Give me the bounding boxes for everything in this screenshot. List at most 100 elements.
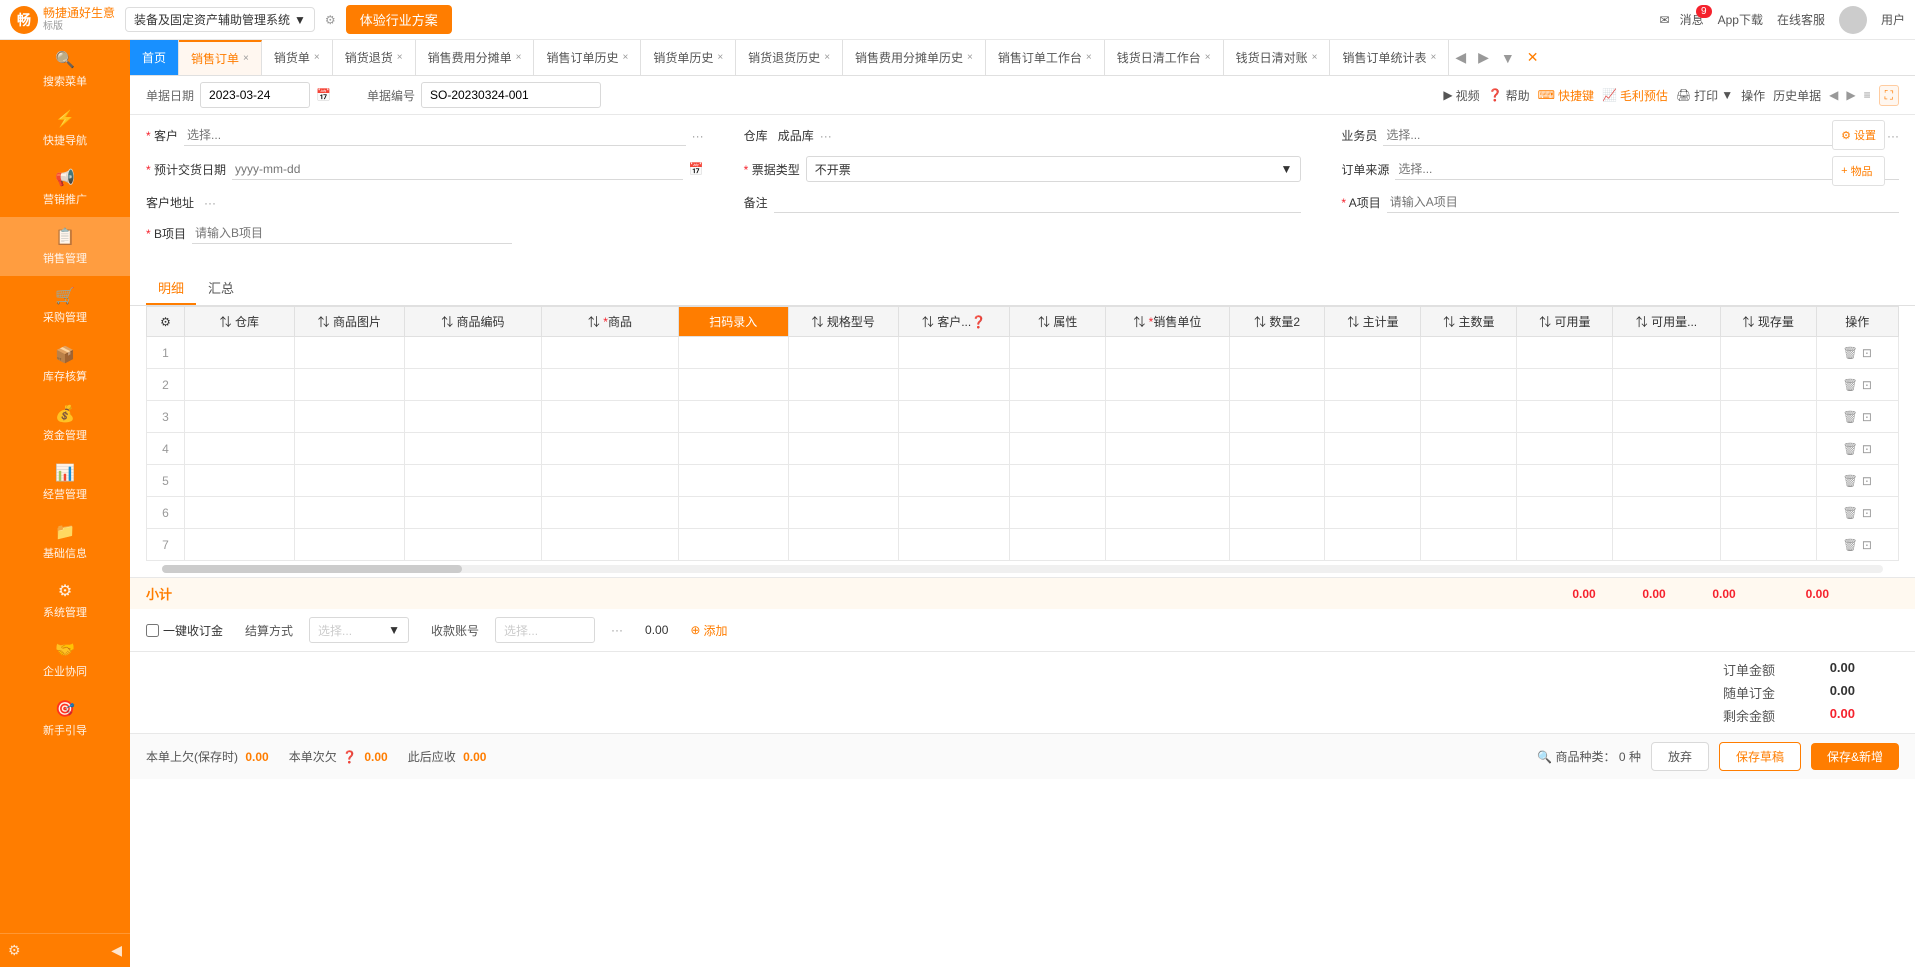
- scroll-area[interactable]: [130, 561, 1915, 577]
- row-cell[interactable]: [1010, 497, 1106, 529]
- row-cell[interactable]: [788, 497, 898, 529]
- copy-icon[interactable]: ⊡: [1862, 442, 1872, 456]
- delivery-calendar-icon[interactable]: 📅: [689, 162, 704, 176]
- row-cell[interactable]: [678, 369, 788, 401]
- solution-button[interactable]: 体验行业方案: [346, 5, 452, 34]
- row-cell[interactable]: [1613, 337, 1720, 369]
- row-cell[interactable]: [1325, 401, 1421, 433]
- row-cell[interactable]: [1325, 529, 1421, 561]
- row-cell[interactable]: [404, 337, 541, 369]
- sidebar-item-finance[interactable]: 💰 资金管理: [0, 394, 130, 453]
- address-dots[interactable]: ···: [204, 196, 216, 210]
- row-cell[interactable]: [678, 433, 788, 465]
- row-cell[interactable]: [1517, 337, 1613, 369]
- doc-num-input[interactable]: [421, 82, 601, 108]
- row-cell[interactable]: [1613, 433, 1720, 465]
- row-cell[interactable]: [1229, 433, 1325, 465]
- row-cell[interactable]: [1229, 465, 1325, 497]
- row-cell[interactable]: [1421, 369, 1517, 401]
- copy-icon[interactable]: ⊡: [1862, 506, 1872, 520]
- row-cell[interactable]: [404, 529, 541, 561]
- sidebar-item-quick-nav[interactable]: ⚡ 快捷导航: [0, 99, 130, 158]
- row-cell[interactable]: [1613, 497, 1720, 529]
- nav-right-icon[interactable]: ▶: [1846, 88, 1855, 102]
- sidebar-item-system[interactable]: ⚙ 系统管理: [0, 571, 130, 630]
- row-cell[interactable]: [541, 433, 678, 465]
- delivery-date-input[interactable]: [232, 159, 683, 180]
- row-cell[interactable]: [541, 401, 678, 433]
- row-cell[interactable]: [898, 433, 1009, 465]
- row-cell[interactable]: [1421, 529, 1517, 561]
- row-cell[interactable]: [1106, 401, 1229, 433]
- invoice-type-select[interactable]: 不开票 ▼: [806, 156, 1302, 182]
- col-settings[interactable]: ⚙: [147, 307, 185, 337]
- customer-more-icon[interactable]: ···: [692, 129, 704, 143]
- operation-btn[interactable]: 操作: [1741, 87, 1765, 104]
- copy-icon[interactable]: ⊡: [1862, 378, 1872, 392]
- scroll-track[interactable]: [162, 565, 1883, 573]
- row-cell[interactable]: [1106, 465, 1229, 497]
- account-select[interactable]: 选择...: [495, 617, 595, 643]
- delete-icon[interactable]: 🗑: [1843, 506, 1858, 520]
- sidebar-item-collab[interactable]: 🤝 企业协同: [0, 630, 130, 689]
- row-cell[interactable]: [898, 401, 1009, 433]
- delete-icon[interactable]: 🗑: [1843, 442, 1858, 456]
- row-cell[interactable]: [1010, 465, 1106, 497]
- tab-sales-stats[interactable]: 销售订单统计表 ×: [1330, 40, 1449, 76]
- grid-view-icon[interactable]: ≡: [1864, 88, 1871, 102]
- row-cell[interactable]: [1613, 529, 1720, 561]
- tab-sales-invoice[interactable]: 销货单 ×: [262, 40, 333, 76]
- sidebar-item-marketing[interactable]: 📢 营销推广: [0, 158, 130, 217]
- row-cell[interactable]: [1106, 497, 1229, 529]
- row-cell[interactable]: [294, 401, 404, 433]
- tab-close-icon-11[interactable]: ×: [1312, 52, 1318, 63]
- row-cell[interactable]: [1517, 401, 1613, 433]
- tab-invoice-history[interactable]: 销货单历史 ×: [641, 40, 736, 76]
- tab-close-icon-4[interactable]: ×: [516, 52, 522, 63]
- row-cell[interactable]: [541, 497, 678, 529]
- row-cell[interactable]: [294, 369, 404, 401]
- row-cell[interactable]: [404, 497, 541, 529]
- row-cell[interactable]: [1325, 433, 1421, 465]
- print-btn[interactable]: 🖨 打印 ▼: [1676, 87, 1733, 104]
- row-cell[interactable]: [404, 433, 541, 465]
- row-cell[interactable]: [1229, 401, 1325, 433]
- tab-close-all-btn[interactable]: ✕: [1521, 40, 1545, 76]
- tab-detail[interactable]: 明细: [146, 272, 196, 305]
- row-cell[interactable]: [1106, 369, 1229, 401]
- row-cell[interactable]: [788, 433, 898, 465]
- row-cell[interactable]: [1421, 337, 1517, 369]
- row-cell[interactable]: [788, 465, 898, 497]
- row-cell[interactable]: [898, 497, 1009, 529]
- copy-icon[interactable]: ⊡: [1862, 410, 1872, 424]
- row-cell[interactable]: [1229, 497, 1325, 529]
- row-cell[interactable]: [1325, 369, 1421, 401]
- row-cell[interactable]: [294, 337, 404, 369]
- customer-input[interactable]: [184, 125, 686, 146]
- sidebar-settings-icon[interactable]: ⚙: [8, 942, 21, 959]
- row-cell[interactable]: [185, 497, 295, 529]
- row-cell[interactable]: [678, 497, 788, 529]
- row-cell[interactable]: [541, 529, 678, 561]
- row-cell[interactable]: [1720, 369, 1816, 401]
- row-cell[interactable]: [541, 369, 678, 401]
- tab-menu-btn[interactable]: ▼: [1495, 40, 1521, 76]
- tab-close-icon[interactable]: ×: [243, 53, 249, 64]
- row-cell[interactable]: [185, 465, 295, 497]
- row-cell[interactable]: [1325, 337, 1421, 369]
- view-btn[interactable]: ▶ 视频: [1443, 87, 1479, 104]
- order-source-input[interactable]: [1395, 159, 1899, 180]
- help-btn[interactable]: ❓ 帮助: [1488, 87, 1530, 104]
- row-cell[interactable]: [541, 337, 678, 369]
- scroll-thumb[interactable]: [162, 565, 462, 573]
- row-cell[interactable]: [1010, 337, 1106, 369]
- row-cell[interactable]: [1325, 465, 1421, 497]
- row-cell[interactable]: [1106, 433, 1229, 465]
- row-cell[interactable]: [788, 529, 898, 561]
- copy-icon[interactable]: ⊡: [1862, 538, 1872, 552]
- row-cell[interactable]: [1720, 497, 1816, 529]
- row-cell[interactable]: [1106, 337, 1229, 369]
- discard-button[interactable]: 放弃: [1651, 742, 1709, 771]
- row-cell[interactable]: [1010, 433, 1106, 465]
- row-cell[interactable]: [898, 465, 1009, 497]
